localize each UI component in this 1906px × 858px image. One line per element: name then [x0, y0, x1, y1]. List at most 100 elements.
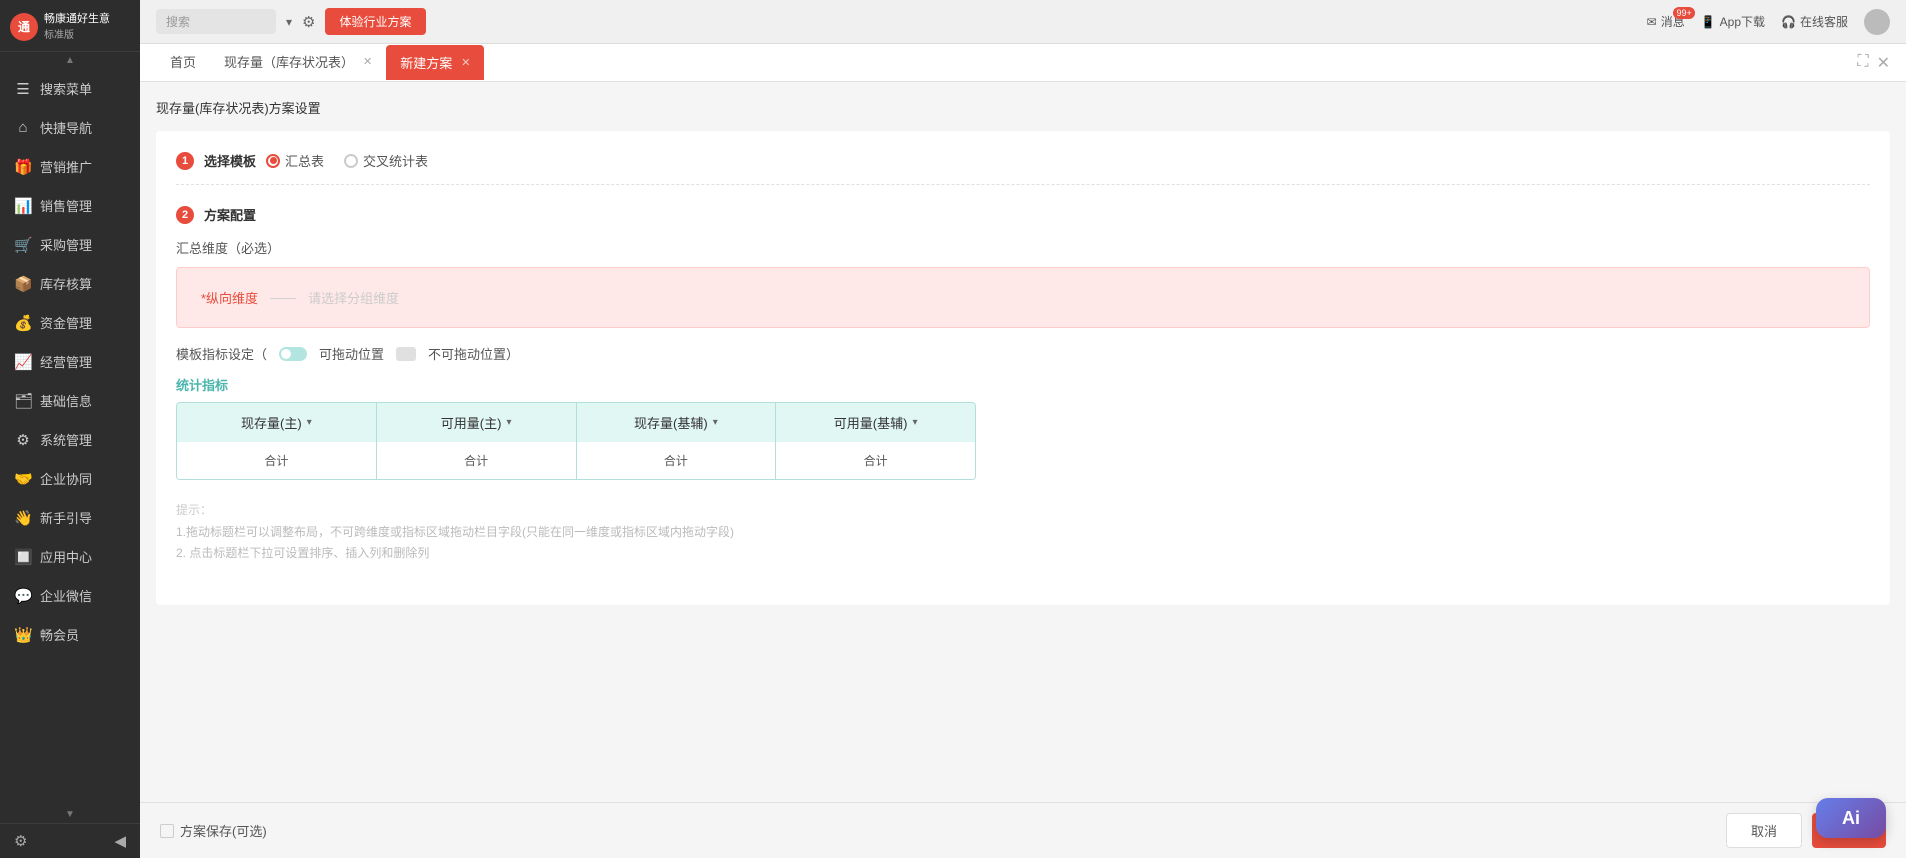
- tab-inventory-close-icon[interactable]: ✕: [363, 55, 372, 68]
- radio-summary-circle: [266, 154, 280, 168]
- sidebar-item-enterprise[interactable]: 🤝 企业协同: [0, 459, 140, 498]
- topbar: 搜索 ▾ ⚙ 体验行业方案 ✉ 消息 99+ 📱 App下载 🎧 在线客服: [140, 0, 1906, 44]
- sidebar-item-wechat[interactable]: 💬 企业微信: [0, 576, 140, 615]
- stats-section-label: 统计指标: [176, 375, 1870, 394]
- messages-button[interactable]: ✉ 消息 99+: [1647, 13, 1685, 30]
- enterprise-icon: 🤝: [14, 470, 32, 488]
- app-name: 畅康通好生意: [44, 12, 110, 26]
- col-header-label-3: 可用量(基辅): [834, 413, 908, 432]
- tab-collapse-icon[interactable]: ✕: [1877, 53, 1890, 73]
- sidebar-scroll-down[interactable]: ▼: [0, 806, 140, 823]
- stats-col-body-1: 合计: [377, 442, 577, 479]
- tips-item-0: 1.拖动标题栏可以调整布局，不可跨维度或指标区域拖动栏目字段(只能在同一维度或指…: [176, 522, 1870, 544]
- sidebar-item-marketing[interactable]: 🎁 营销推广: [0, 147, 140, 186]
- sidebar-item-label: 资金管理: [40, 313, 92, 332]
- sidebar-item-management[interactable]: 📈 经营管理: [0, 342, 140, 381]
- cancel-button[interactable]: 取消: [1726, 813, 1802, 848]
- sidebar-item-label: 库存核算: [40, 274, 92, 293]
- col-dropdown-2[interactable]: ▾: [713, 417, 718, 428]
- tab-home-label: 首页: [170, 52, 196, 71]
- sidebar-scroll-up[interactable]: ▲: [0, 52, 140, 69]
- stats-col-body-3: 合计: [776, 442, 975, 479]
- sidebar-item-label: 新手引导: [40, 508, 92, 527]
- col-body-value-2: 合计: [664, 452, 688, 469]
- col-body-value-1: 合计: [464, 452, 488, 469]
- col-body-value-3: 合计: [864, 452, 888, 469]
- sidebar-nav: ☰ 搜索菜单 ⌂ 快捷导航 🎁 营销推广 📊 销售管理 🛒 采购管理 📦 库存核…: [0, 69, 140, 806]
- marketing-icon: 🎁: [14, 158, 32, 176]
- wechat-icon: 💬: [14, 587, 32, 605]
- section1-title: 选择模板: [204, 151, 256, 170]
- user-avatar[interactable]: [1864, 9, 1890, 35]
- ai-float-button[interactable]: Ai: [1816, 798, 1886, 838]
- sidebar-item-guide[interactable]: 👋 新手引导: [0, 498, 140, 537]
- messages-badge: 99+: [1673, 7, 1694, 19]
- settings-icon[interactable]: ⚙: [14, 832, 27, 850]
- radio-cross-label: 交叉统计表: [363, 151, 428, 170]
- vertical-dim-placeholder: 请选择分组维度: [308, 288, 399, 307]
- movable-badge: [279, 347, 307, 361]
- tab-home[interactable]: 首页: [156, 44, 210, 81]
- purchase-icon: 🛒: [14, 236, 32, 254]
- radio-summary-table[interactable]: 汇总表: [266, 151, 324, 170]
- tab-inventory-status[interactable]: 现存量（库存状况表） ✕: [210, 44, 386, 81]
- topbar-gear-icon[interactable]: ⚙: [302, 13, 315, 31]
- sidebar-item-base-info[interactable]: 🗂 基础信息: [0, 381, 140, 420]
- stats-col-header-3[interactable]: 可用量(基辅) ▾: [776, 403, 975, 442]
- sidebar-item-vip[interactable]: 👑 畅会员: [0, 615, 140, 654]
- sidebar-item-label: 营销推广: [40, 157, 92, 176]
- sidebar-item-purchase[interactable]: 🛒 采购管理: [0, 225, 140, 264]
- stats-table: 现存量(主) ▾ 可用量(主) ▾ 现存量(基辅) ▾ 可用量(基辅): [176, 402, 976, 480]
- app-download-button[interactable]: 📱 App下载: [1701, 13, 1765, 30]
- tab-expand-icon[interactable]: ⛶: [1857, 53, 1868, 73]
- base-info-icon: 🗂: [14, 392, 32, 410]
- col-header-label-0: 现存量(主): [241, 413, 302, 432]
- sidebar-item-search[interactable]: ☰ 搜索菜单: [0, 69, 140, 108]
- guide-icon: 👋: [14, 509, 32, 527]
- stats-col-header-1[interactable]: 可用量(主) ▾: [377, 403, 577, 442]
- save-checkbox[interactable]: [160, 824, 174, 838]
- tab-new-plan-close-icon[interactable]: ✕: [461, 56, 470, 69]
- sidebar-logo: 通 畅康通好生意 标准版: [0, 0, 140, 52]
- col-dropdown-3[interactable]: ▾: [912, 417, 917, 428]
- col-body-value-0: 合计: [264, 452, 288, 469]
- sidebar-item-sales[interactable]: 📊 销售管理: [0, 186, 140, 225]
- dimension-selection-box[interactable]: *纵向维度 —— 请选择分组维度: [176, 267, 1870, 328]
- search-menu-icon: ☰: [14, 80, 32, 98]
- stats-table-header: 现存量(主) ▾ 可用量(主) ▾ 现存量(基辅) ▾ 可用量(基辅): [177, 403, 975, 442]
- sidebar-item-label: 企业微信: [40, 586, 92, 605]
- topbar-left: 搜索 ▾ ⚙ 体验行业方案: [156, 8, 426, 35]
- template-indicator-prefix: 模板指标设定（: [176, 344, 267, 363]
- collapse-sidebar-icon[interactable]: ◀: [114, 832, 126, 850]
- not-movable-label: 不可拖动位置）: [428, 344, 519, 363]
- section-plan-config: 2 方案配置 汇总维度（必选） *纵向维度 —— 请选择分组维度 模板指标设定（…: [176, 205, 1870, 565]
- section2-header: 2 方案配置: [176, 205, 1870, 224]
- sidebar-item-system[interactable]: ⚙ 系统管理: [0, 420, 140, 459]
- inventory-icon: 📦: [14, 275, 32, 293]
- search-placeholder-text: 搜索: [166, 15, 190, 29]
- tab-new-plan[interactable]: 新建方案 ✕: [386, 45, 484, 80]
- topbar-search-display: 搜索: [156, 9, 276, 34]
- online-service-button[interactable]: 🎧 在线客服: [1781, 13, 1848, 30]
- tab-inventory-label: 现存量（库存状况表）: [224, 52, 354, 71]
- col-dropdown-0[interactable]: ▾: [307, 417, 312, 428]
- sidebar-item-appstore[interactable]: 🔲 应用中心: [0, 537, 140, 576]
- sidebar-item-finance[interactable]: 💰 资金管理: [0, 303, 140, 342]
- settings-card: 1 选择模板 汇总表 交叉统计表: [156, 131, 1890, 605]
- sidebar-item-quicknav[interactable]: ⌂ 快捷导航: [0, 108, 140, 147]
- bottom-bar: 方案保存(可选) 取消 查询: [140, 802, 1906, 858]
- experience-plan-button[interactable]: 体验行业方案: [325, 8, 425, 35]
- home-icon: ⌂: [14, 119, 32, 136]
- stats-col-body-2: 合计: [577, 442, 777, 479]
- stats-col-header-2[interactable]: 现存量(基辅) ▾: [577, 403, 777, 442]
- col-dropdown-1[interactable]: ▾: [506, 417, 511, 428]
- sidebar-item-label: 采购管理: [40, 235, 92, 254]
- stats-col-header-0[interactable]: 现存量(主) ▾: [177, 403, 377, 442]
- sidebar-item-inventory[interactable]: 📦 库存核算: [0, 264, 140, 303]
- app-download-label: App下载: [1720, 13, 1765, 30]
- topbar-dropdown-icon[interactable]: ▾: [286, 15, 292, 29]
- radio-cross-table[interactable]: 交叉统计表: [344, 151, 428, 170]
- app-download-icon: 📱: [1701, 15, 1716, 29]
- topbar-right: ✉ 消息 99+ 📱 App下载 🎧 在线客服: [1647, 9, 1890, 35]
- section2-title: 方案配置: [204, 205, 256, 224]
